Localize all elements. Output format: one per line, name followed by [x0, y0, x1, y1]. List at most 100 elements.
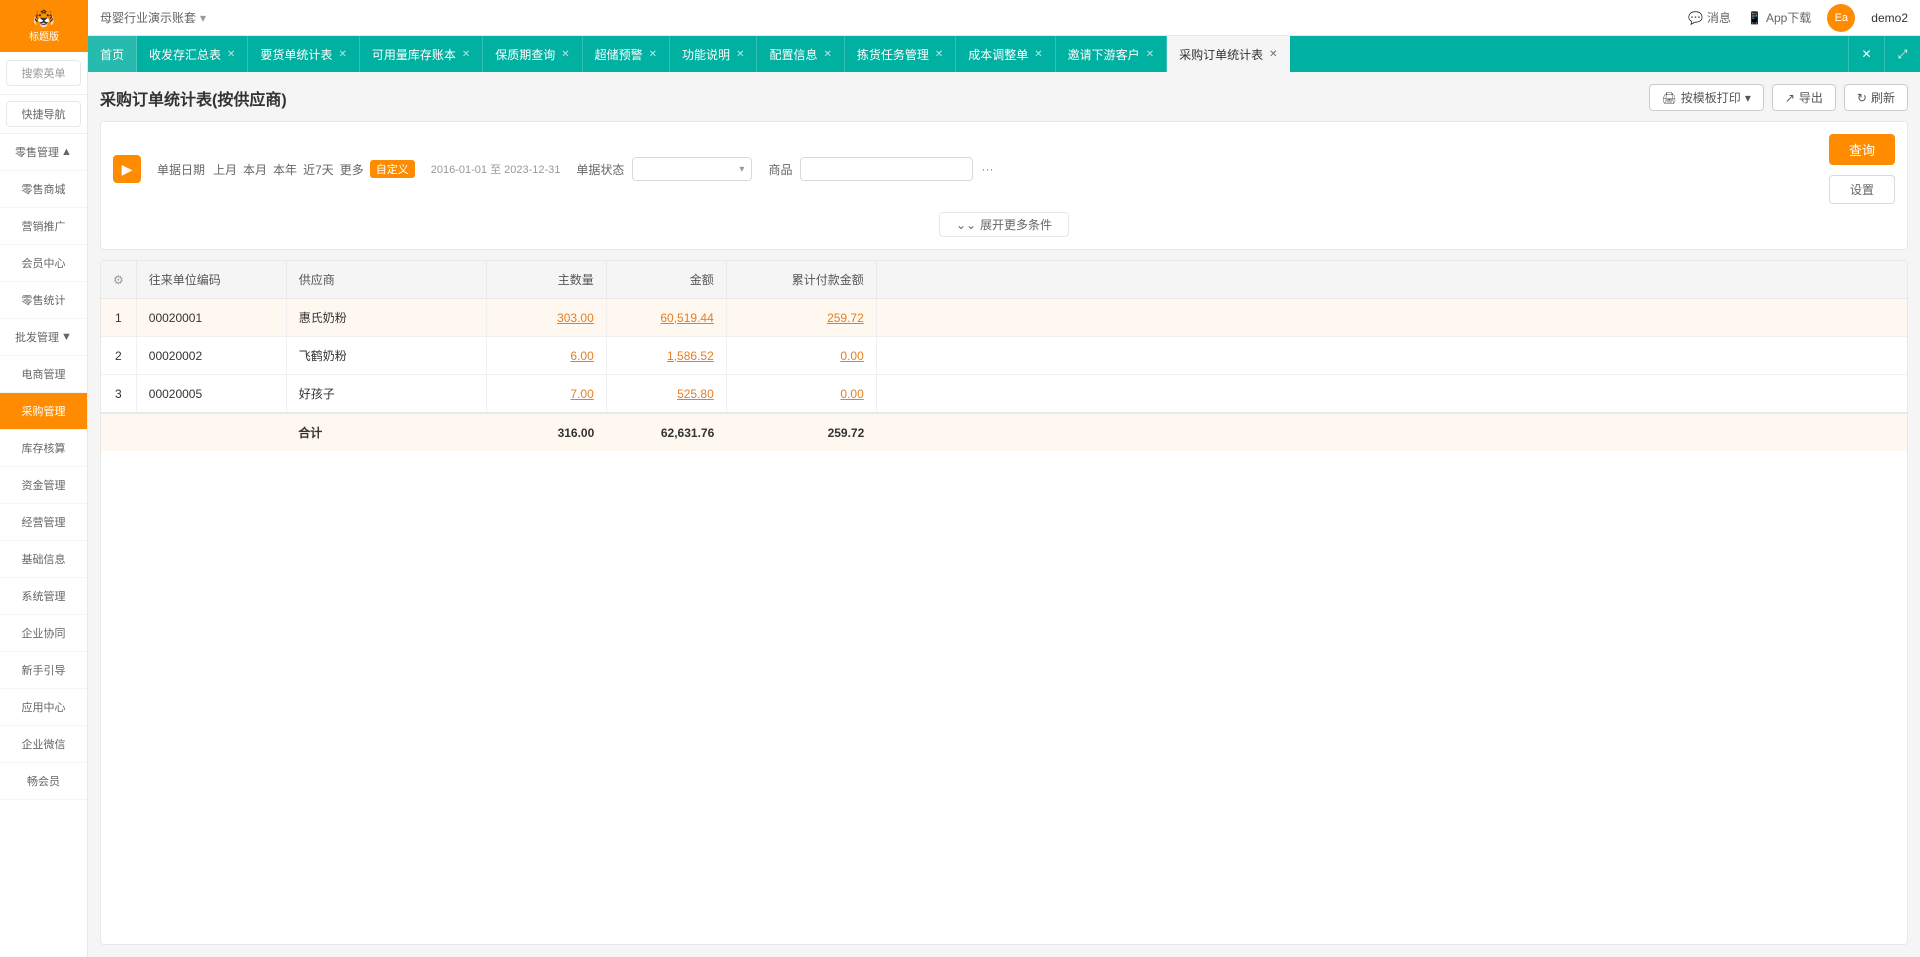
tab-requisition-summary[interactable]: 要货单统计表 ✕: [248, 36, 359, 72]
footer-qty: 316.00: [486, 413, 606, 451]
tab-cost-adjust[interactable]: 成本调整单 ✕: [956, 36, 1055, 72]
row-code: 00020005: [136, 375, 286, 414]
refresh-label: 刷新: [1871, 89, 1895, 106]
row-paid[interactable]: 0.00: [726, 337, 876, 375]
shortcut-more[interactable]: 更多: [340, 161, 364, 178]
tab-purchase-summary[interactable]: 采购订单统计表 ✕: [1167, 36, 1290, 72]
tab-close-icon[interactable]: ✕: [561, 49, 569, 60]
sidebar-item-inventory[interactable]: 库存核算: [0, 430, 87, 467]
data-table-container: ⚙ 往来单位编码 供应商 主数量 金额 累计付款金额 1 00020001 惠氏…: [100, 260, 1908, 945]
messages-button[interactable]: 💬 消息: [1688, 9, 1731, 26]
footer-amount: 62,631.76: [606, 413, 726, 451]
close-all-tabs-button[interactable]: ✕: [1848, 36, 1884, 72]
row-qty[interactable]: 6.00: [486, 337, 606, 375]
row-paid[interactable]: 259.72: [726, 299, 876, 337]
shortcut-last-month[interactable]: 上月: [213, 161, 237, 178]
refresh-button[interactable]: ↻ 刷新: [1844, 84, 1908, 111]
sidebar-item-newbie[interactable]: 新手引导: [0, 652, 87, 689]
sidebar-item-label: 电商管理: [22, 366, 66, 382]
sidebar-item-retail[interactable]: 零售管理 ▲: [0, 134, 87, 171]
custom-date-badge[interactable]: 自定义: [370, 160, 415, 178]
shortcut-this-year[interactable]: 本年: [273, 161, 297, 178]
row-qty[interactable]: 7.00: [486, 375, 606, 414]
tab-expiry-query[interactable]: 保质期查询 ✕: [483, 36, 582, 72]
quick-nav-button[interactable]: 快捷导航: [6, 101, 81, 127]
sidebar-search-section: 搜索英单: [0, 52, 87, 95]
app-icon: 📱: [1747, 11, 1762, 25]
row-paid[interactable]: 0.00: [726, 375, 876, 414]
expand-filter-button[interactable]: ⌄⌄ 展开更多条件: [939, 212, 1069, 237]
sidebar-item-basic[interactable]: 基础信息: [0, 541, 87, 578]
tab-config-info[interactable]: 配置信息 ✕: [757, 36, 844, 72]
shortcut-7days[interactable]: 近7天: [303, 161, 334, 178]
row-amount[interactable]: 1,586.52: [606, 337, 726, 375]
sidebar-item-ecommerce[interactable]: 电商管理: [0, 356, 87, 393]
print-button[interactable]: 🖨 按模板打印 ▾: [1649, 84, 1764, 111]
sidebar-item-member[interactable]: 会员中心: [0, 245, 87, 282]
sidebar-item-appcenter[interactable]: 应用中心: [0, 689, 87, 726]
row-qty[interactable]: 303.00: [486, 299, 606, 337]
avatar[interactable]: Ea: [1827, 4, 1855, 32]
sidebar-item-purchase[interactable]: 采购管理: [0, 393, 87, 430]
tab-close-icon[interactable]: ✕: [338, 49, 346, 60]
row-code: 00020002: [136, 337, 286, 375]
col-extra-header: [876, 261, 1907, 299]
status-select[interactable]: [632, 157, 752, 181]
sidebar-item-operations[interactable]: 经营管理: [0, 504, 87, 541]
tab-close-icon[interactable]: ✕: [227, 49, 235, 60]
export-icon: ↗: [1785, 91, 1795, 105]
username-label[interactable]: demo2: [1871, 11, 1908, 25]
tab-close-icon[interactable]: ✕: [736, 49, 744, 60]
tab-label: 功能说明: [682, 46, 730, 63]
row-amount[interactable]: 60,519.44: [606, 299, 726, 337]
tab-close-icon[interactable]: ✕: [935, 49, 943, 60]
filter-row-1: ▶ 单据日期 上月 本月 本年 近7天 更多 自定义 2016-01-01 至 …: [113, 134, 1895, 204]
sidebar-item-system[interactable]: 系统管理: [0, 578, 87, 615]
tab-close-icon[interactable]: ✕: [1269, 49, 1277, 60]
tab-receive-summary[interactable]: 收发存汇总表 ✕: [137, 36, 248, 72]
tabbar: 首页 收发存汇总表 ✕ 要货单统计表 ✕ 可用量库存账本 ✕ 保质期查询 ✕ 超…: [88, 36, 1920, 72]
filter-toggle-button[interactable]: ▶: [113, 155, 141, 183]
tab-available-inventory[interactable]: 可用量库存账本 ✕: [360, 36, 483, 72]
sidebar-item-finance[interactable]: 资金管理: [0, 467, 87, 504]
sidebar-item-retail-stats[interactable]: 零售统计: [0, 282, 87, 319]
tab-overstock-alert[interactable]: 超储预警 ✕: [583, 36, 670, 72]
sidebar-item-enterprise[interactable]: 企业协同: [0, 615, 87, 652]
tab-function-guide[interactable]: 功能说明 ✕: [670, 36, 757, 72]
export-button[interactable]: ↗ 导出: [1772, 84, 1836, 111]
tab-picking-tasks[interactable]: 拣货任务管理 ✕: [845, 36, 956, 72]
status-select-wrap: [632, 157, 752, 181]
tab-close-icon[interactable]: ✕: [649, 49, 657, 60]
sidebar-item-enterprise-wechat[interactable]: 企业微信: [0, 726, 87, 763]
quick-nav-section: 快捷导航: [0, 95, 87, 134]
settings-button[interactable]: 设置: [1829, 175, 1895, 204]
app-download-button[interactable]: 📱 App下载: [1747, 9, 1811, 26]
tab-close-icon[interactable]: ✕: [1146, 49, 1154, 60]
sidebar-item-label: 应用中心: [22, 699, 66, 715]
row-supplier: 好孩子: [286, 375, 486, 414]
tab-invite-downstream[interactable]: 邀请下游客户 ✕: [1056, 36, 1167, 72]
goods-input[interactable]: [800, 157, 973, 181]
sidebar-item-vip[interactable]: 畅会员: [0, 763, 87, 800]
table-body: 1 00020001 惠氏奶粉 303.00 60,519.44 259.72 …: [101, 299, 1907, 414]
row-amount[interactable]: 525.80: [606, 375, 726, 414]
tab-close-icon[interactable]: ✕: [1034, 49, 1042, 60]
maximize-button[interactable]: ⤢: [1884, 36, 1920, 72]
refresh-icon: ↻: [1857, 91, 1867, 105]
print-dropdown-icon: ▾: [1745, 91, 1751, 105]
search-menu-button[interactable]: 搜索英单: [6, 60, 81, 86]
workspace-selector[interactable]: 母婴行业演示账套 ▾: [100, 9, 1680, 26]
shortcut-this-month[interactable]: 本月: [243, 161, 267, 178]
goods-more-icon[interactable]: ···: [981, 162, 993, 176]
sidebar-item-retail-store[interactable]: 零售商城: [0, 171, 87, 208]
query-button[interactable]: 查询: [1829, 134, 1895, 165]
row-code: 00020001: [136, 299, 286, 337]
col-settings[interactable]: ⚙: [101, 261, 136, 299]
sidebar-item-wholesale[interactable]: 批发管理 ▼: [0, 319, 87, 356]
tab-close-icon[interactable]: ✕: [462, 49, 470, 60]
sidebar-logo: 🐯 标题版: [0, 0, 88, 52]
tab-home[interactable]: 首页: [88, 36, 137, 72]
tab-close-icon[interactable]: ✕: [823, 49, 831, 60]
expand-label: 展开更多条件: [980, 216, 1052, 233]
sidebar-item-marketing[interactable]: 营销推广: [0, 208, 87, 245]
